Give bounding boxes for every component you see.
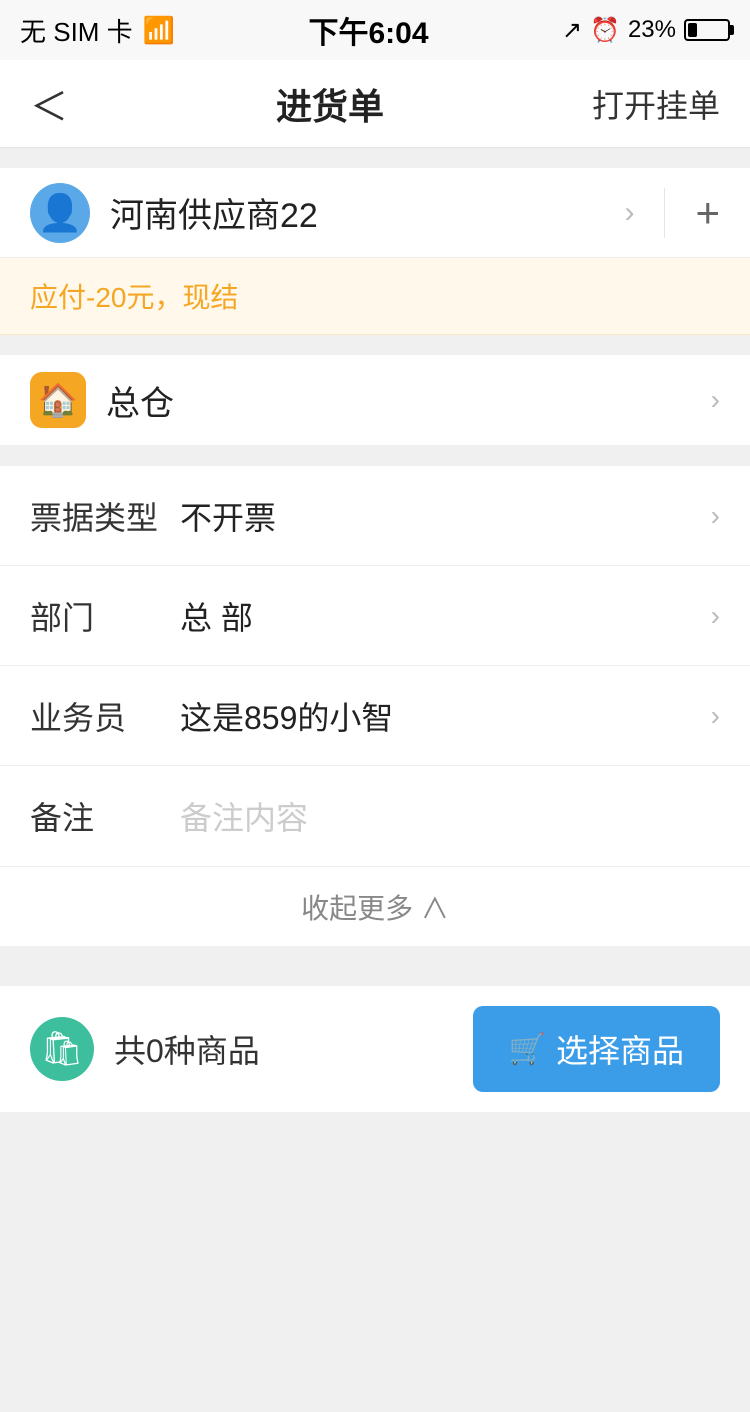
section-divider-2 [0, 335, 750, 355]
section-divider-3 [0, 445, 750, 465]
remark-input[interactable]: 备注内容 [180, 793, 720, 839]
avatar-icon: 👤 [38, 192, 83, 234]
page-rest [0, 1112, 750, 1412]
bottom-bar: 🛍 共0种商品 🛒 选择商品 [0, 986, 750, 1112]
supplier-chevron-icon: › [624, 196, 634, 230]
time-label: 下午6:04 [308, 8, 428, 52]
department-chevron-icon: › [711, 600, 720, 632]
invoice-chevron-icon: › [711, 500, 720, 532]
warehouse-row[interactable]: 🏠 总仓 › [0, 355, 750, 445]
salesperson-label: 业务员 [30, 693, 180, 739]
invoice-value: 不开票 [180, 493, 701, 539]
department-label: 部门 [30, 593, 180, 639]
status-bar: 无 SIM 卡 📶 下午6:04 ↗ ⏰ 23% [0, 0, 750, 60]
warehouse-name: 总仓 [106, 376, 711, 425]
select-goods-label: 选择商品 [556, 1026, 684, 1072]
supplier-avatar: 👤 [30, 183, 90, 243]
form-row-salesperson[interactable]: 业务员 这是859的小智 › [0, 666, 750, 766]
alarm-icon: ⏰ [590, 16, 620, 45]
open-pending-button[interactable]: 打开挂单 [592, 81, 720, 127]
wifi-icon: 📶 [143, 15, 175, 46]
form-row-remark[interactable]: 备注 备注内容 [0, 766, 750, 866]
status-left: 无 SIM 卡 📶 [20, 12, 175, 49]
remark-label: 备注 [30, 793, 180, 839]
goods-icon: 🛍 [30, 1017, 94, 1081]
page-title: 进货单 [276, 78, 384, 130]
form-row-department[interactable]: 部门 总 部 › [0, 566, 750, 666]
location-icon: ↗ [562, 16, 582, 45]
warehouse-home-icon: 🏠 [38, 381, 78, 419]
department-value: 总 部 [180, 593, 701, 639]
supplier-name: 河南供应商22 [110, 188, 624, 237]
salesperson-value: 这是859的小智 [180, 693, 701, 739]
notice-text: 应付-20元，现结 [30, 282, 238, 313]
invoice-label: 票据类型 [30, 493, 180, 539]
notice-row: 应付-20元，现结 [0, 258, 750, 335]
salesperson-chevron-icon: › [711, 700, 720, 732]
supplier-section[interactable]: 👤 河南供应商22 › + [0, 168, 750, 258]
section-divider-4 [0, 946, 750, 966]
select-goods-button[interactable]: 🛒 选择商品 [473, 1006, 720, 1092]
warehouse-chevron-icon: › [711, 384, 720, 416]
collapse-label: 收起更多 ∧ [301, 887, 449, 927]
nav-bar: ＜ 进货单 打开挂单 [0, 60, 750, 148]
section-divider-1 [0, 148, 750, 168]
status-right: ↗ ⏰ 23% [562, 16, 730, 45]
supplier-vertical-divider [664, 188, 665, 238]
carrier-label: 无 SIM 卡 [20, 12, 133, 49]
form-section: 票据类型 不开票 › 部门 总 部 › 业务员 这是859的小智 › 备注 备注… [0, 466, 750, 866]
add-supplier-button[interactable]: + [695, 189, 720, 237]
warehouse-icon: 🏠 [30, 372, 86, 428]
battery-percent: 23% [628, 16, 676, 44]
collapse-row[interactable]: 收起更多 ∧ [0, 866, 750, 946]
battery-icon [684, 19, 730, 41]
form-row-invoice[interactable]: 票据类型 不开票 › [0, 466, 750, 566]
select-goods-icon: 🛒 [509, 1032, 546, 1067]
shopping-bag-icon: 🛍 [40, 1029, 83, 1069]
back-button[interactable]: ＜ [30, 76, 68, 131]
goods-count-label: 共0种商品 [114, 1026, 473, 1072]
